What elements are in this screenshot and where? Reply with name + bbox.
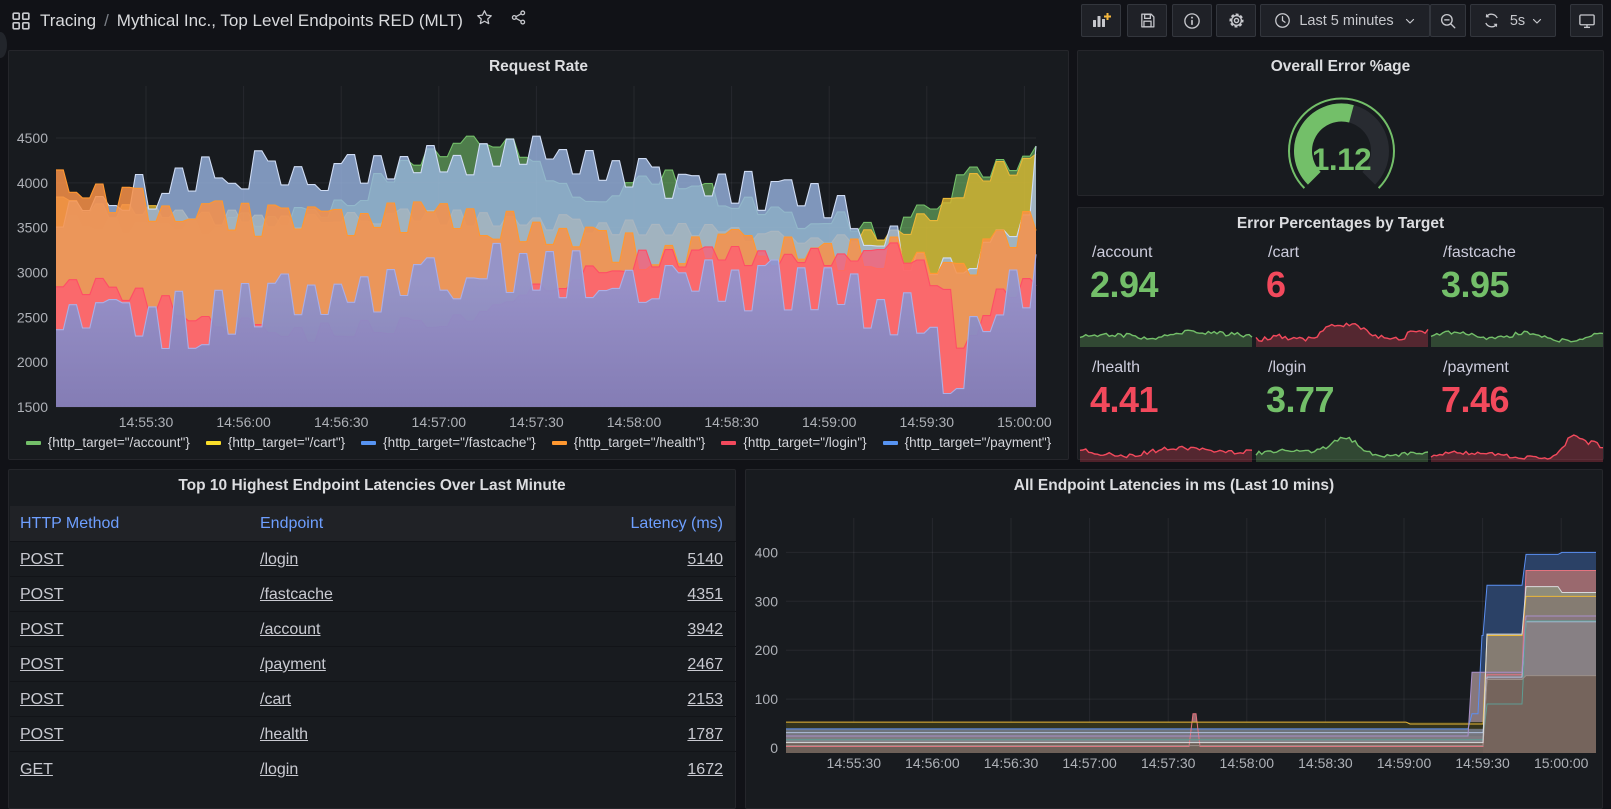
svg-text:1500: 1500 <box>17 399 48 415</box>
svg-text:100: 100 <box>755 691 779 707</box>
svg-text:14:57:00: 14:57:00 <box>412 414 467 430</box>
svg-text:14:57:00: 14:57:00 <box>1062 755 1117 771</box>
svg-text:14:57:30: 14:57:30 <box>1141 755 1196 771</box>
svg-text:14:56:30: 14:56:30 <box>314 414 369 430</box>
svg-text:200: 200 <box>755 642 779 658</box>
svg-text:14:59:00: 14:59:00 <box>1377 755 1432 771</box>
svg-text:4000: 4000 <box>17 175 48 191</box>
svg-text:2000: 2000 <box>17 354 48 370</box>
svg-text:14:55:30: 14:55:30 <box>827 755 882 771</box>
svg-text:14:58:30: 14:58:30 <box>1298 755 1353 771</box>
svg-text:300: 300 <box>755 593 779 609</box>
svg-text:3000: 3000 <box>17 265 48 281</box>
svg-text:14:57:30: 14:57:30 <box>509 414 564 430</box>
svg-text:14:56:00: 14:56:00 <box>216 414 271 430</box>
svg-text:0: 0 <box>770 740 778 756</box>
svg-text:1.12: 1.12 <box>1312 141 1371 177</box>
svg-text:400: 400 <box>755 544 779 560</box>
svg-text:14:58:30: 14:58:30 <box>704 414 759 430</box>
svg-text:15:00:00: 15:00:00 <box>997 414 1052 430</box>
svg-text:14:59:00: 14:59:00 <box>802 414 857 430</box>
svg-text:2500: 2500 <box>17 309 48 325</box>
svg-text:14:59:30: 14:59:30 <box>1455 755 1510 771</box>
svg-text:4500: 4500 <box>17 130 48 146</box>
svg-text:14:56:00: 14:56:00 <box>905 755 960 771</box>
svg-text:14:56:30: 14:56:30 <box>984 755 1039 771</box>
svg-text:14:58:00: 14:58:00 <box>607 414 662 430</box>
svg-text:14:58:00: 14:58:00 <box>1220 755 1275 771</box>
svg-text:15:00:00: 15:00:00 <box>1534 755 1589 771</box>
svg-text:14:59:30: 14:59:30 <box>900 414 955 430</box>
svg-text:14:55:30: 14:55:30 <box>119 414 174 430</box>
svg-text:3500: 3500 <box>17 220 48 236</box>
